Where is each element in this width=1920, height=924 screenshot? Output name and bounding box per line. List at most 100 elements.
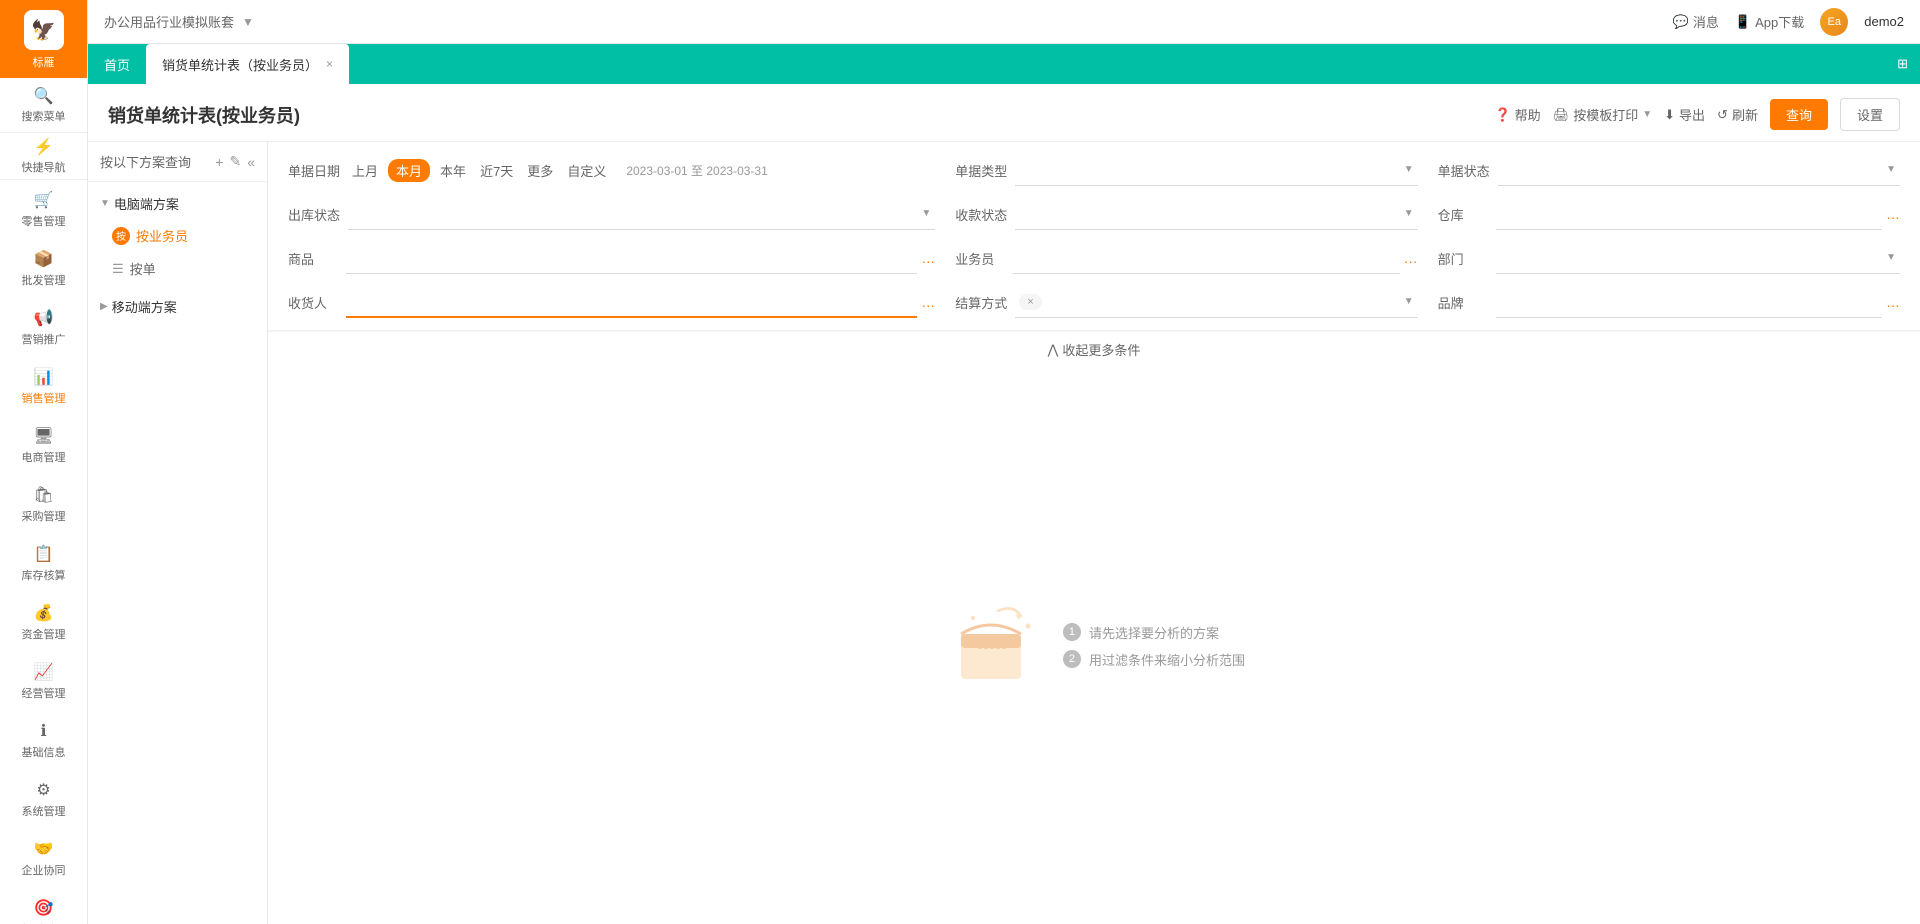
scheme-sidebar-header: 按以下方案查询 + ✎ « <box>88 142 267 182</box>
scheme-sub-item-salesman[interactable]: 按 按业务员 <box>88 219 267 252</box>
payment-select[interactable]: × ▼ <box>1015 286 1417 318</box>
filter-cell-warehouse: 仓库 … <box>1438 198 1900 230</box>
date-tab-more[interactable]: 更多 <box>523 159 557 182</box>
consignee-dots[interactable]: … <box>921 294 935 310</box>
consignee-input[interactable] <box>346 286 917 318</box>
sidebar-item-collab[interactable]: 🤝 企业协同 <box>0 829 87 888</box>
page-title-bar: 销货单统计表(按业务员) ❓ 帮助 🖨 按模板打印 ▼ ⬇ 导出 ↺ 刷新 <box>88 84 1920 142</box>
refresh-button[interactable]: ↺ 刷新 <box>1717 105 1758 124</box>
user-name[interactable]: demo2 <box>1864 14 1904 29</box>
date-tab-this-month[interactable]: 本月 <box>388 159 430 182</box>
scheme-add-icon[interactable]: + <box>215 154 223 170</box>
help-button[interactable]: ❓ 帮助 <box>1494 105 1540 124</box>
scheme-group-pc: ▼ 电脑端方案 按 按业务员 ☰ 按单 <box>88 182 267 291</box>
brand-dots[interactable]: … <box>1886 294 1900 310</box>
print-button[interactable]: 🖨 按模板打印 ▼ <box>1553 105 1652 124</box>
filter-row-1: 单据日期 上月 本月 本年 近7天 更多 自定义 20 <box>288 154 1900 186</box>
tip2-text: 用过滤条件来缩小分析范围 <box>1089 650 1245 669</box>
scheme-sidebar: 按以下方案查询 + ✎ « ▼ 电脑端方案 按 按业务员 <box>88 142 268 924</box>
brand-input[interactable] <box>1496 286 1882 318</box>
avatar[interactable]: Ea <box>1820 8 1848 36</box>
date-tab-7days[interactable]: 近7天 <box>476 159 517 182</box>
dept-label: 部门 <box>1438 249 1488 268</box>
sidebar-item-ecommerce[interactable]: 🖥 电商管理 <box>0 416 87 475</box>
avatar-text: Ea <box>1828 16 1841 28</box>
sidebar-item-system[interactable]: ⚙ 系统管理 <box>0 770 87 829</box>
tab-close-icon[interactable]: × <box>326 57 333 71</box>
basic-info-icon: ℹ <box>40 721 46 741</box>
scheme-sub-item-salesman-label: 按业务员 <box>136 226 188 245</box>
logo-area[interactable]: 🦅 标雁 <box>0 0 87 78</box>
doc-status-select[interactable]: ▼ <box>1498 154 1900 186</box>
query-button[interactable]: 查询 <box>1770 99 1828 130</box>
goods-input[interactable] <box>346 242 917 274</box>
scheme-group-pc-label[interactable]: ▼ 电脑端方案 <box>88 188 267 219</box>
warehouse-dots[interactable]: … <box>1886 206 1900 222</box>
message-icon: 💬 <box>1673 14 1689 30</box>
collect-status-select[interactable]: ▼ <box>1015 198 1417 230</box>
purchase-label: 采购管理 <box>22 508 66 524</box>
warehouse-input[interactable] <box>1496 198 1882 230</box>
dept-select[interactable]: ▼ <box>1496 242 1900 274</box>
payment-label: 结算方式 <box>955 293 1007 312</box>
goods-dots[interactable]: … <box>921 250 935 266</box>
main-sidebar: 🦅 标雁 🔍 搜索菜单 ⚡ 快捷导航 🛒 零售管理 📦 批发管理 📢 营销推广 … <box>0 0 88 924</box>
tab-home[interactable]: 首页 <box>88 44 146 84</box>
scheme-group-mobile[interactable]: ▶ 移动端方案 <box>88 291 267 322</box>
tab-expand-button[interactable]: ⊞ <box>1885 44 1920 84</box>
sidebar-item-retail[interactable]: 🛒 零售管理 <box>0 180 87 239</box>
sidebar-search[interactable]: 🔍 搜索菜单 <box>0 78 87 133</box>
sidebar-item-wholesale[interactable]: 📦 批发管理 <box>0 239 87 298</box>
date-tab-custom[interactable]: 自定义 <box>563 159 610 182</box>
message-action[interactable]: 💬 消息 <box>1673 12 1719 31</box>
sidebar-item-marketing[interactable]: 📢 营销推广 <box>0 298 87 357</box>
filter-area: 单据日期 上月 本月 本年 近7天 更多 自定义 20 <box>268 142 1920 924</box>
page-title: 销货单统计表(按业务员) <box>108 102 300 128</box>
refresh-icon: ↺ <box>1717 107 1728 123</box>
empty-state: 1 请先选择要分析的方案 2 用过滤条件来缩小分析范围 <box>268 367 1920 924</box>
content-body: 按以下方案查询 + ✎ « ▼ 电脑端方案 按 按业务员 <box>88 142 1920 924</box>
page-content: 销货单统计表(按业务员) ❓ 帮助 🖨 按模板打印 ▼ ⬇ 导出 ↺ 刷新 <box>88 84 1920 924</box>
doc-type-select[interactable]: ▼ <box>1015 154 1417 186</box>
collapse-bar[interactable]: ⋀ 收起更多条件 <box>268 331 1920 367</box>
scheme-collapse-icon[interactable]: « <box>247 154 255 170</box>
export-label: 导出 <box>1679 105 1705 124</box>
filter-row-2: 出库状态 ▼ 收款状态 ▼ <box>288 198 1900 230</box>
scheme-header-title: 按以下方案查询 <box>100 152 191 171</box>
print-dropdown-icon[interactable]: ▼ <box>1642 109 1652 120</box>
out-status-select[interactable]: ▼ <box>348 198 935 230</box>
filter-cell-brand: 品牌 … <box>1438 286 1900 318</box>
sidebar-item-basic-info[interactable]: ℹ 基础信息 <box>0 711 87 770</box>
sidebar-item-inventory[interactable]: 📋 库存核算 <box>0 534 87 593</box>
scheme-sub-item-by-doc[interactable]: ☰ 按单 <box>88 252 267 285</box>
settings-button[interactable]: 设置 <box>1840 98 1900 131</box>
date-tab-this-year[interactable]: 本年 <box>436 159 470 182</box>
salesman-input[interactable] <box>1013 242 1399 274</box>
top-navbar: 办公用品行业模拟账套 ▼ 💬 消息 📱 App下载 Ea demo2 <box>88 0 1920 44</box>
scheme-edit-icon[interactable]: ✎ <box>229 153 241 170</box>
date-range-text: 2023-03-01 至 2023-03-31 <box>626 162 767 179</box>
sidebar-quick-nav[interactable]: ⚡ 快捷导航 <box>0 133 87 180</box>
sidebar-nav-label: 快捷导航 <box>22 159 66 175</box>
app-download-action[interactable]: 📱 App下载 <box>1735 12 1804 31</box>
export-button[interactable]: ⬇ 导出 <box>1664 105 1705 124</box>
sales-label: 销售管理 <box>22 390 66 406</box>
ecommerce-icon: 🖥 <box>33 426 53 446</box>
collect-status-arrow: ▼ <box>1404 208 1414 219</box>
sidebar-item-finance[interactable]: 💰 资金管理 <box>0 593 87 652</box>
sidebar-item-sales[interactable]: 📊 销售管理 <box>0 357 87 416</box>
salesman-dots[interactable]: … <box>1404 250 1418 266</box>
payment-arrow: ▼ <box>1404 296 1414 307</box>
date-tab-last-month[interactable]: 上月 <box>348 159 382 182</box>
sidebar-item-guide[interactable]: 🎯 新手引导 <box>0 888 87 924</box>
payment-clear-icon[interactable]: × <box>1027 296 1033 308</box>
sidebar-item-business[interactable]: 📈 经营管理 <box>0 652 87 711</box>
sidebar-item-purchase[interactable]: 🛍 采购管理 <box>0 475 87 534</box>
out-status-label: 出库状态 <box>288 205 340 224</box>
breadcrumb-dropdown-icon[interactable]: ▼ <box>242 15 254 29</box>
inventory-label: 库存核算 <box>22 567 66 583</box>
tab-active[interactable]: 销货单统计表（按业务员） × <box>146 44 349 84</box>
app-download-icon: 📱 <box>1735 14 1751 30</box>
scheme-active-dot: 按 <box>112 227 130 245</box>
collab-label: 企业协同 <box>22 862 66 878</box>
